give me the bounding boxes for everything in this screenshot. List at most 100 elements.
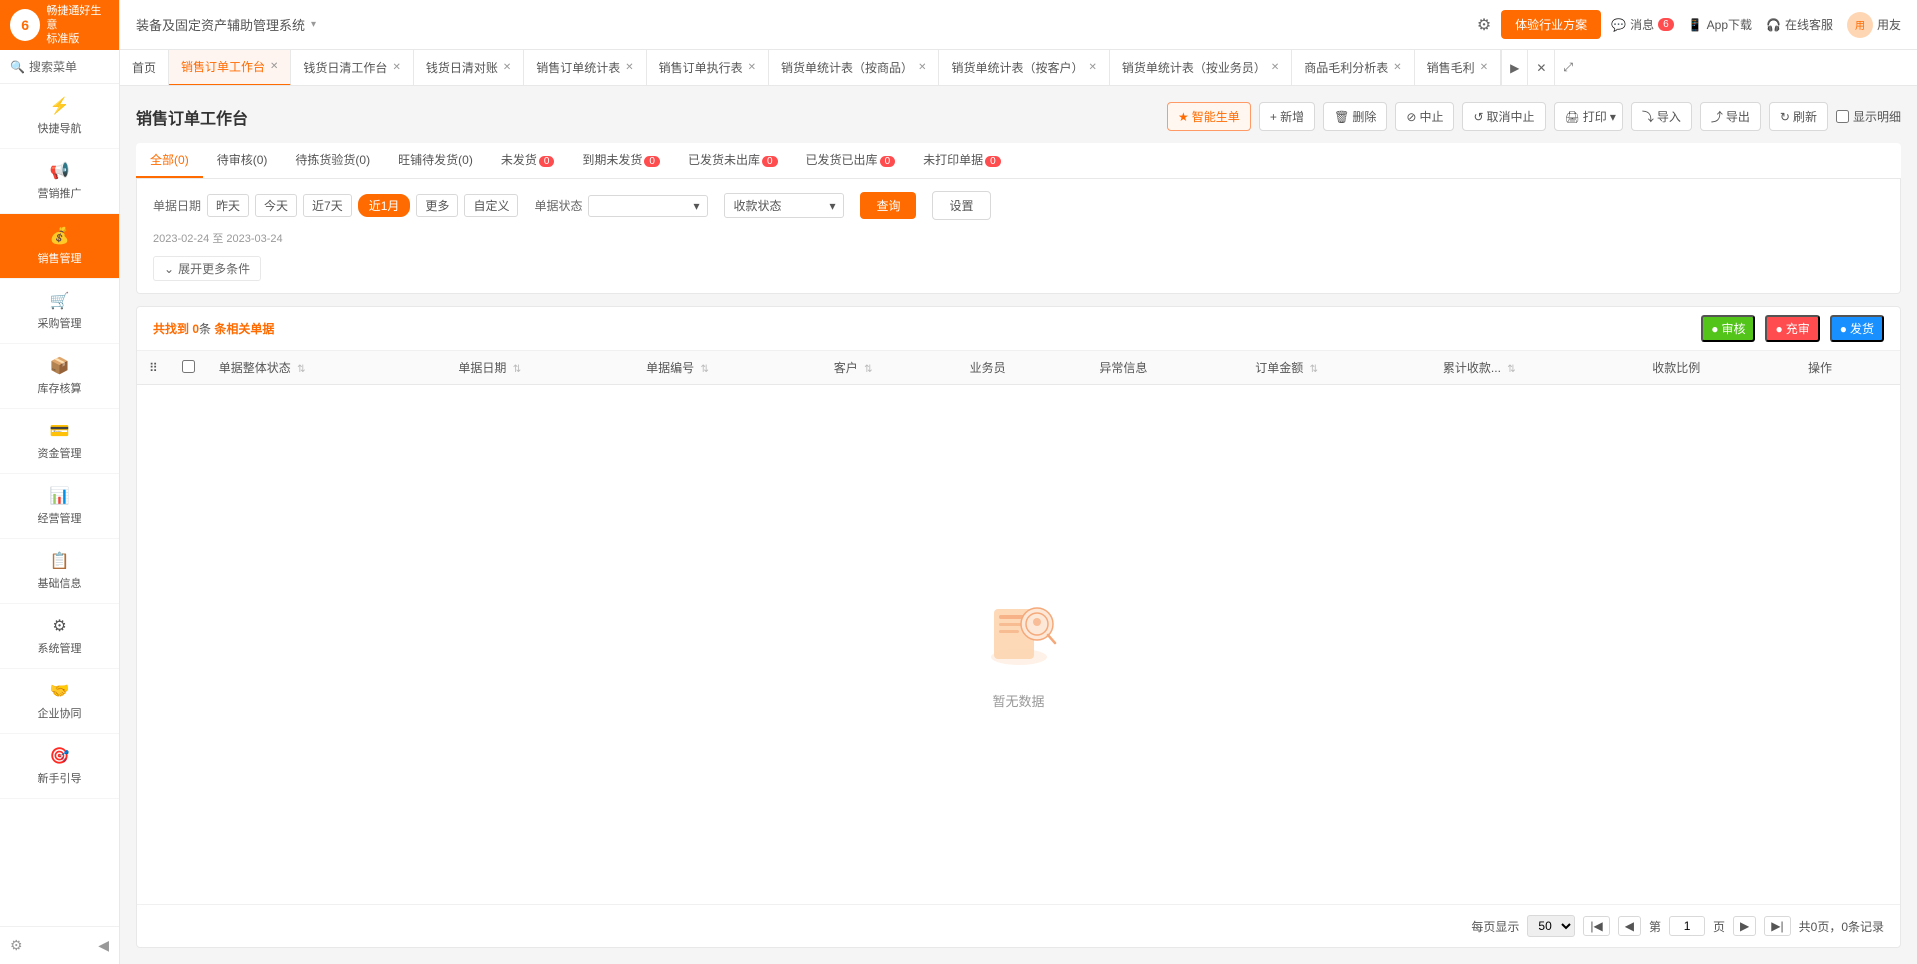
suspend-btn[interactable]: ⊘ 中止 xyxy=(1395,102,1454,131)
tab-sales-exec[interactable]: 销售订单执行表 ✕ xyxy=(647,50,769,86)
print-btn[interactable]: 🖨 打印 ▾ xyxy=(1554,102,1623,131)
tab-sales-stats-staff[interactable]: 销货单统计表（按业务员） ✕ xyxy=(1110,50,1292,86)
tab-sales-stats-product[interactable]: 销货单统计表（按商品） ✕ xyxy=(769,50,939,86)
sub-tab-not-printed[interactable]: 未打印单据0 xyxy=(909,143,1015,178)
collapse-icon[interactable]: ◀ xyxy=(98,937,109,954)
col-status[interactable]: 单据整体状态 ⇅ xyxy=(207,351,447,385)
tab-sales-sum[interactable]: 销售毛利 ✕ xyxy=(1415,50,1501,86)
sidebar-item-search[interactable]: 🔍 搜索菜单 xyxy=(0,50,119,84)
col-date[interactable]: 单据日期 ⇅ xyxy=(446,351,634,385)
sub-tab-pending-inspect[interactable]: 待拣货验货(0) xyxy=(281,143,384,178)
tab-scroll-right[interactable]: ▶ xyxy=(1501,50,1527,86)
sidebar-item-basic-info[interactable]: 📋 基础信息 xyxy=(0,539,119,604)
per-page-select[interactable]: 50 xyxy=(1527,915,1575,937)
tab-sales-stats-product-close[interactable]: ✕ xyxy=(918,62,926,73)
sidebar-item-cooperation[interactable]: 🤝 企业协同 xyxy=(0,669,119,734)
sidebar-item-sales[interactable]: 💰 销售管理 xyxy=(0,214,119,279)
last-page-btn[interactable]: ▶| xyxy=(1764,916,1790,936)
ship-btn[interactable]: ● 发货 xyxy=(1830,315,1884,342)
sub-tab-shipped-not-out[interactable]: 已发货未出库0 xyxy=(674,143,792,178)
col-amount[interactable]: 订单金额 ⇅ xyxy=(1243,351,1431,385)
tab-sales-stats-customer[interactable]: 销货单统计表（按客户） ✕ xyxy=(939,50,1109,86)
sub-tab-all[interactable]: 全部(0) xyxy=(136,143,203,178)
tab-sales-sum-close[interactable]: ✕ xyxy=(1480,62,1488,73)
sub-tab-pending-review[interactable]: 待审核(0) xyxy=(203,143,282,178)
sidebar-item-operations[interactable]: 📊 经营管理 xyxy=(0,474,119,539)
sub-tab-wangpu-ship[interactable]: 旺铺待发货(0) xyxy=(384,143,487,178)
sort-status-icon[interactable]: ⇅ xyxy=(297,364,305,375)
app-download-btn[interactable]: 📱 App下载 xyxy=(1688,16,1752,33)
date-more[interactable]: 更多 xyxy=(416,194,458,217)
user-profile-btn[interactable]: 用 用友 xyxy=(1847,12,1901,38)
tab-profit-analysis-close[interactable]: ✕ xyxy=(1393,62,1401,73)
gear-icon[interactable]: ⚙ xyxy=(1477,15,1491,35)
sort-collected-icon[interactable]: ⇅ xyxy=(1507,364,1515,375)
smart-create-btn[interactable]: ★ 智能生单 xyxy=(1167,102,1251,131)
sub-tab-not-shipped[interactable]: 未发货0 xyxy=(487,143,569,178)
tab-sales-stats[interactable]: 销售订单统计表 ✕ xyxy=(524,50,646,86)
tab-profit-analysis[interactable]: 商品毛利分析表 ✕ xyxy=(1292,50,1414,86)
sort-amount-icon[interactable]: ⇅ xyxy=(1310,364,1318,375)
tab-sales-exec-close[interactable]: ✕ xyxy=(748,62,756,73)
date-7days[interactable]: 近7天 xyxy=(303,194,352,217)
col-number[interactable]: 单据编号 ⇅ xyxy=(634,351,822,385)
tab-maximize[interactable]: ⤢ xyxy=(1554,50,1581,86)
sidebar-item-marketing[interactable]: 📢 营销推广 xyxy=(0,149,119,214)
col-checkbox[interactable] xyxy=(170,351,207,385)
add-btn[interactable]: + 新增 xyxy=(1259,102,1315,131)
tab-sales-order-close[interactable]: ✕ xyxy=(270,61,278,72)
message-btn[interactable]: 💬 消息 6 xyxy=(1611,16,1674,33)
next-page-btn[interactable]: ▶ xyxy=(1733,916,1756,936)
sub-tab-overdue-not-shipped[interactable]: 到期未发货0 xyxy=(568,143,674,178)
payment-select[interactable]: 收款状态 ▾ xyxy=(724,193,844,218)
col-customer[interactable]: 客户 ⇅ xyxy=(822,351,958,385)
sort-number-icon[interactable]: ⇅ xyxy=(700,364,708,375)
col-collected[interactable]: 累计收款... ⇅ xyxy=(1431,351,1640,385)
tab-cash-daily-close[interactable]: ✕ xyxy=(392,62,400,73)
sort-customer-icon[interactable]: ⇅ xyxy=(864,364,872,375)
export-btn[interactable]: ⤴ 导出 xyxy=(1700,102,1761,131)
expand-more-btn[interactable]: ⌄ 展开更多条件 xyxy=(153,256,261,281)
date-yesterday[interactable]: 昨天 xyxy=(207,194,249,217)
revoke-btn[interactable]: ● 充审 xyxy=(1765,315,1819,342)
sidebar-item-finance[interactable]: 💳 资金管理 xyxy=(0,409,119,474)
online-service-btn[interactable]: 🎧 在线客服 xyxy=(1766,16,1833,33)
sub-tabs-container: 全部(0) 待审核(0) 待拣货验货(0) 旺铺待发货(0) 未发货0 到期未发… xyxy=(136,143,1901,294)
date-today[interactable]: 今天 xyxy=(255,194,297,217)
status-select[interactable]: ▾ xyxy=(588,195,708,217)
tab-cash-reconcile[interactable]: 钱货日清对账 ✕ xyxy=(414,50,524,86)
sidebar-item-system[interactable]: ⚙ 系统管理 xyxy=(0,604,119,669)
search-btn[interactable]: 查询 xyxy=(860,192,916,219)
sidebar-item-purchase[interactable]: 🛒 采购管理 xyxy=(0,279,119,344)
filter-setting-btn[interactable]: 设置 xyxy=(932,191,990,220)
sidebar-item-guide[interactable]: 🎯 新手引导 xyxy=(0,734,119,799)
refresh-btn[interactable]: ↻ 刷新 xyxy=(1769,102,1828,131)
date-1month[interactable]: 近1月 xyxy=(358,194,411,217)
sub-tab-shipped-out[interactable]: 已发货已出库0 xyxy=(792,143,910,178)
tab-sales-stats-customer-close[interactable]: ✕ xyxy=(1088,62,1096,73)
tab-sales-stats-close[interactable]: ✕ xyxy=(625,62,633,73)
cancel-suspend-btn[interactable]: ↺ 取消中止 xyxy=(1462,102,1545,131)
settings-icon[interactable]: ⚙ xyxy=(10,937,23,954)
sidebar-item-quick-nav[interactable]: ⚡ 快捷导航 xyxy=(0,84,119,149)
tab-cash-daily[interactable]: 钱货日清工作台 ✕ xyxy=(291,50,413,86)
industry-btn[interactable]: 体验行业方案 xyxy=(1501,10,1601,39)
tab-home[interactable]: 首页 xyxy=(120,50,169,86)
sort-date-icon[interactable]: ⇅ xyxy=(513,364,521,375)
prev-page-btn[interactable]: ◀ xyxy=(1618,916,1641,936)
tab-sales-order[interactable]: 销售订单工作台 ✕ xyxy=(169,50,291,86)
import-btn[interactable]: ⤵ 导入 xyxy=(1631,102,1692,131)
date-custom[interactable]: 自定义 xyxy=(464,194,518,217)
review-btn[interactable]: ● 审核 xyxy=(1701,315,1755,342)
page-input[interactable] xyxy=(1669,916,1705,936)
select-all-checkbox[interactable] xyxy=(182,360,195,373)
tab-cash-reconcile-close[interactable]: ✕ xyxy=(503,62,511,73)
show-detail-checkbox[interactable] xyxy=(1836,110,1849,123)
delete-btn[interactable]: 🗑 删除 xyxy=(1323,102,1387,131)
tab-close-all[interactable]: ✕ xyxy=(1527,50,1554,86)
tab-sales-stats-staff-close[interactable]: ✕ xyxy=(1271,62,1279,73)
show-detail-toggle[interactable]: 显示明细 xyxy=(1836,108,1901,125)
first-page-btn[interactable]: |◀ xyxy=(1583,916,1609,936)
sidebar-item-inventory[interactable]: 📦 库存核算 xyxy=(0,344,119,409)
system-dropdown-arrow[interactable]: ▾ xyxy=(311,19,316,30)
